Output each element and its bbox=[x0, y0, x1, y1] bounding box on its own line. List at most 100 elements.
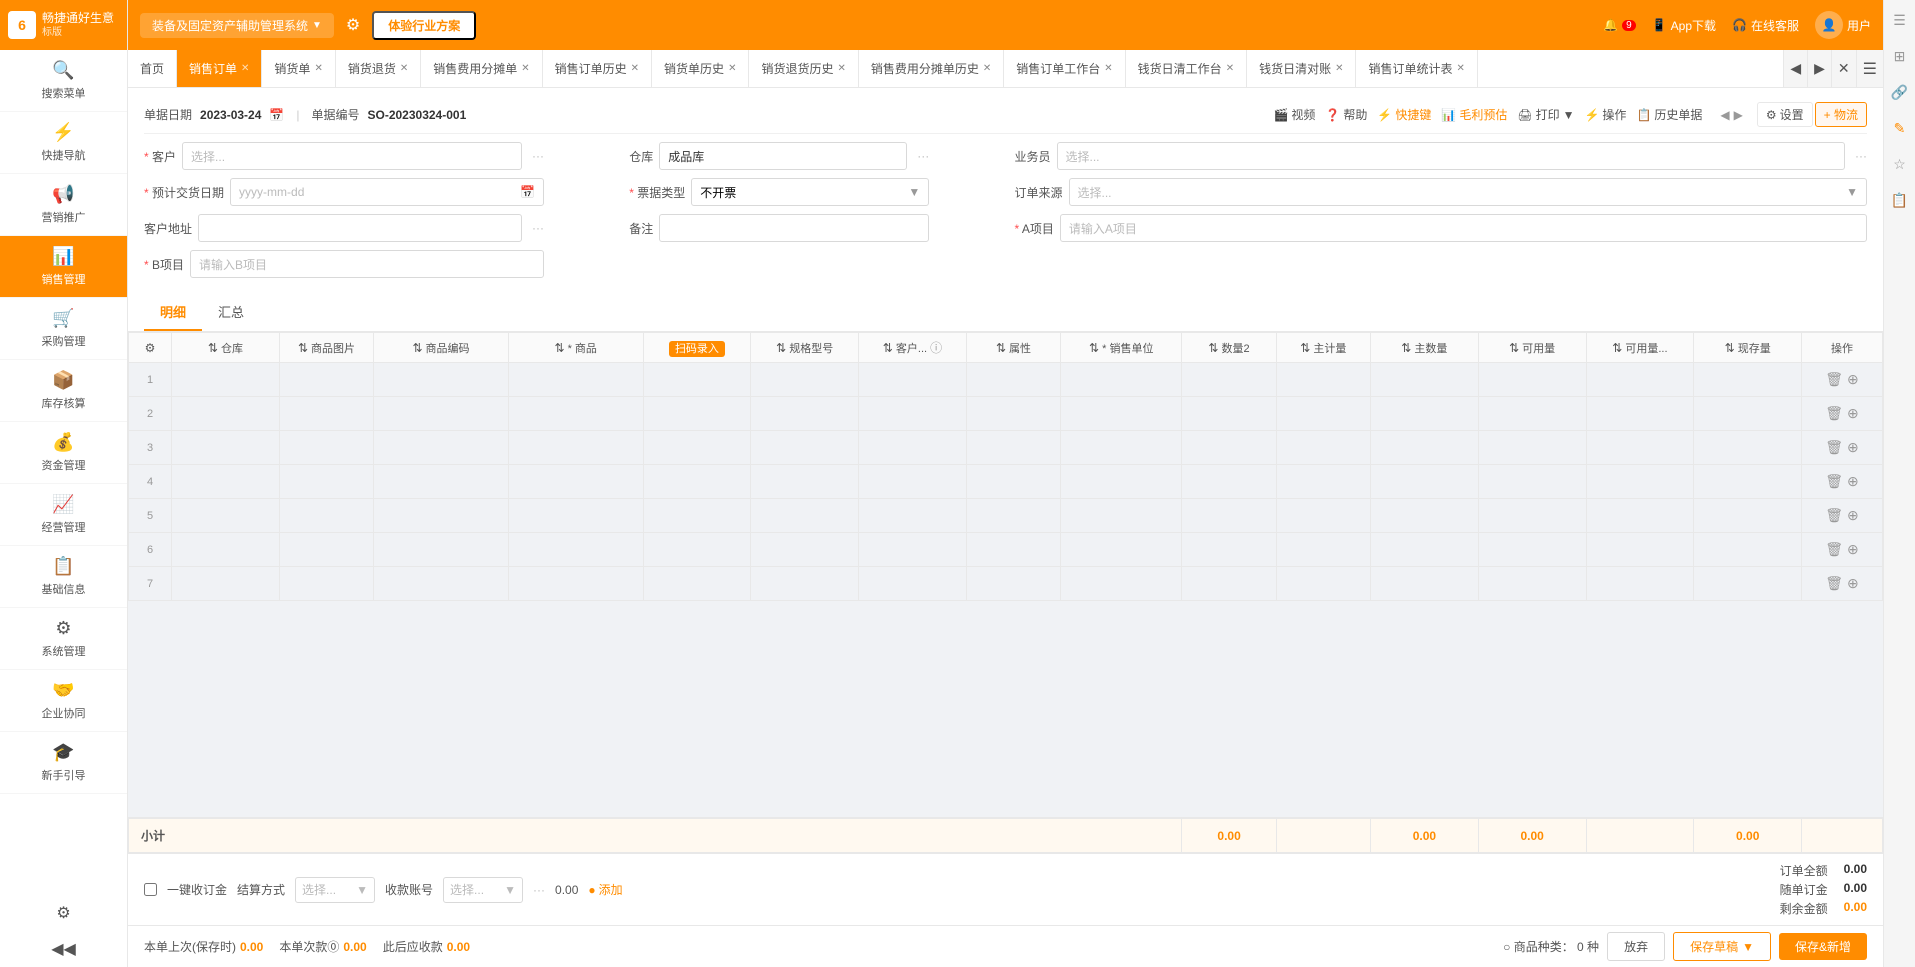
cell-main-qty-6[interactable] bbox=[1370, 533, 1478, 567]
cell-name-3[interactable] bbox=[508, 431, 643, 465]
sidebar-item-2[interactable]: 📢营销推广 bbox=[0, 174, 127, 236]
cell-cust-code-3[interactable] bbox=[859, 431, 967, 465]
print-btn[interactable]: 🖨 打印 ▼ bbox=[1517, 106, 1574, 123]
tab-close-10[interactable]: ✕ bbox=[1226, 63, 1234, 74]
next-record-icon[interactable]: ▶ bbox=[1734, 108, 1743, 122]
industry-btn[interactable]: 体验行业方案 bbox=[372, 11, 476, 40]
delete-row-icon-2[interactable]: 🗑 bbox=[1825, 405, 1843, 422]
method-select[interactable]: 选择... ▼ bbox=[295, 877, 375, 903]
staff-input[interactable]: 选择... bbox=[1057, 142, 1845, 170]
cell-stock-6[interactable] bbox=[1694, 533, 1802, 567]
add-payment-btn[interactable]: ● 添加 bbox=[588, 881, 622, 898]
cell-available2-5[interactable] bbox=[1586, 499, 1694, 533]
th-available2[interactable]: ⇅ 可用量... bbox=[1586, 333, 1694, 363]
sidebar-item-8[interactable]: 📋基础信息 bbox=[0, 546, 127, 608]
cell-unit-6[interactable] bbox=[1061, 533, 1182, 567]
cell-name-2[interactable] bbox=[508, 397, 643, 431]
cell-property-4[interactable] bbox=[966, 465, 1060, 499]
calendar-icon[interactable]: 📅 bbox=[269, 108, 284, 122]
sidebar-item-6[interactable]: 💰资金管理 bbox=[0, 422, 127, 484]
copy-row-icon-2[interactable]: ⊕ bbox=[1847, 405, 1859, 422]
cell-ops-1[interactable]: 🗑 ⊕ bbox=[1802, 363, 1883, 397]
cell-available-5[interactable] bbox=[1478, 499, 1586, 533]
tab-close-3[interactable]: ✕ bbox=[400, 63, 408, 74]
address-input[interactable] bbox=[198, 214, 522, 242]
cell-ops-5[interactable]: 🗑 ⊕ bbox=[1802, 499, 1883, 533]
delete-row-icon-1[interactable]: 🗑 bbox=[1825, 371, 1843, 388]
tab-summary[interactable]: 汇总 bbox=[202, 294, 260, 331]
shortcut-btn[interactable]: ⚡ 快捷键 bbox=[1377, 106, 1431, 123]
tab-close-7[interactable]: ✕ bbox=[837, 63, 845, 74]
cell-warehouse-3[interactable] bbox=[172, 431, 280, 465]
prev-record-icon[interactable]: ◀ bbox=[1720, 108, 1729, 122]
cell-available-6[interactable] bbox=[1478, 533, 1586, 567]
cell-code-6[interactable] bbox=[374, 533, 509, 567]
navtab-4[interactable]: 销售费用分摊单✕ bbox=[421, 50, 542, 88]
cell-cust-code-7[interactable] bbox=[859, 567, 967, 601]
copy-row-icon-4[interactable]: ⊕ bbox=[1847, 473, 1859, 490]
cell-warehouse-6[interactable] bbox=[172, 533, 280, 567]
cell-stock-5[interactable] bbox=[1694, 499, 1802, 533]
cell-property-3[interactable] bbox=[966, 431, 1060, 465]
cell-main-qty-2[interactable] bbox=[1370, 397, 1478, 431]
cell-qty2-4[interactable] bbox=[1182, 465, 1276, 499]
navtab-1[interactable]: 销售订单✕ bbox=[177, 50, 262, 88]
cell-cust-code-4[interactable] bbox=[859, 465, 967, 499]
cell-available2-6[interactable] bbox=[1586, 533, 1694, 567]
cell-scan-2[interactable] bbox=[643, 397, 751, 431]
discard-button[interactable]: 放弃 bbox=[1607, 932, 1665, 961]
cell-stock-1[interactable] bbox=[1694, 363, 1802, 397]
cell-qty2-5[interactable] bbox=[1182, 499, 1276, 533]
cell-ops-2[interactable]: 🗑 ⊕ bbox=[1802, 397, 1883, 431]
ops-btn[interactable]: ⚡ 操作 bbox=[1584, 106, 1626, 123]
th-main-qty[interactable]: ⇅ 主数量 bbox=[1370, 333, 1478, 363]
cell-main-qty-3[interactable] bbox=[1370, 431, 1478, 465]
cell-scan-1[interactable] bbox=[643, 363, 751, 397]
cell-unit-2[interactable] bbox=[1061, 397, 1182, 431]
cell-cust-code-5[interactable] bbox=[859, 499, 967, 533]
tab-close-5[interactable]: ✕ bbox=[631, 63, 639, 74]
tab-close-6[interactable]: ✕ bbox=[728, 63, 736, 74]
tab-close-11[interactable]: ✕ bbox=[1335, 63, 1343, 74]
navtab-5[interactable]: 销售订单历史✕ bbox=[543, 50, 652, 88]
cell-code-5[interactable] bbox=[374, 499, 509, 533]
sidebar-item-1[interactable]: ⚡快捷导航 bbox=[0, 112, 127, 174]
cell-spec-5[interactable] bbox=[751, 499, 859, 533]
cell-main-unit-5[interactable] bbox=[1276, 499, 1370, 533]
navtab-3[interactable]: 销货退货✕ bbox=[336, 50, 421, 88]
tab-close-8[interactable]: ✕ bbox=[983, 63, 991, 74]
cell-spec-4[interactable] bbox=[751, 465, 859, 499]
tab-close-12[interactable]: ✕ bbox=[1457, 63, 1465, 74]
cell-main-unit-2[interactable] bbox=[1276, 397, 1370, 431]
cell-name-4[interactable] bbox=[508, 465, 643, 499]
cell-warehouse-7[interactable] bbox=[172, 567, 280, 601]
th-cust-code[interactable]: ⇅ 客户... ⓘ bbox=[859, 333, 967, 363]
cell-warehouse-5[interactable] bbox=[172, 499, 280, 533]
sidebar-item-11[interactable]: 🎓新手引导 bbox=[0, 732, 127, 794]
cell-ops-7[interactable]: 🗑 ⊕ bbox=[1802, 567, 1883, 601]
cell-property-2[interactable] bbox=[966, 397, 1060, 431]
th-gear[interactable]: ⚙ bbox=[129, 333, 172, 363]
cell-main-qty-7[interactable] bbox=[1370, 567, 1478, 601]
profit-btn[interactable]: 📊 毛利预估 bbox=[1441, 106, 1507, 123]
navtab-11[interactable]: 钱货日清对账✕ bbox=[1247, 50, 1356, 88]
copy-row-icon-7[interactable]: ⊕ bbox=[1847, 575, 1859, 592]
sidebar-item-0[interactable]: 🔍搜索菜单 bbox=[0, 50, 127, 112]
th-property[interactable]: ⇅ 属性 bbox=[966, 333, 1060, 363]
navtab-8[interactable]: 销售费用分摊单历史✕ bbox=[859, 50, 1004, 88]
b-project-input[interactable]: 请输入B项目 bbox=[190, 250, 544, 278]
th-spec[interactable]: ⇅ 规格型号 bbox=[751, 333, 859, 363]
cell-available-1[interactable] bbox=[1478, 363, 1586, 397]
delete-row-icon-4[interactable]: 🗑 bbox=[1825, 473, 1843, 490]
cell-scan-5[interactable] bbox=[643, 499, 751, 533]
th-stock[interactable]: ⇅ 现存量 bbox=[1694, 333, 1802, 363]
delete-row-icon-3[interactable]: 🗑 bbox=[1825, 439, 1843, 456]
cell-property-7[interactable] bbox=[966, 567, 1060, 601]
cell-unit-3[interactable] bbox=[1061, 431, 1182, 465]
cell-unit-7[interactable] bbox=[1061, 567, 1182, 601]
tab-close-4[interactable]: ✕ bbox=[521, 63, 529, 74]
cell-qty2-2[interactable] bbox=[1182, 397, 1276, 431]
cell-scan-7[interactable] bbox=[643, 567, 751, 601]
cell-spec-3[interactable] bbox=[751, 431, 859, 465]
cell-name-5[interactable] bbox=[508, 499, 643, 533]
